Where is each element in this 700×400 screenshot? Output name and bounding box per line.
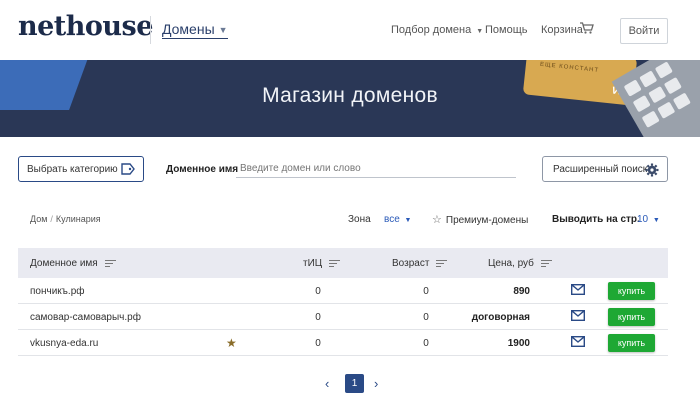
buy-button[interactable]: купить	[608, 334, 655, 352]
breadcrumb: Дом / Кулинария	[30, 214, 101, 224]
table-header: Доменное имя тИЦ Возраст Цена, руб	[18, 248, 668, 278]
price-cell: договорная	[471, 312, 530, 323]
next-page-icon[interactable]: ›	[374, 376, 378, 391]
domains-menu-link[interactable]: Домены ▼	[162, 21, 228, 40]
column-price-label: Цена, руб	[488, 258, 534, 269]
star-outline-icon: ☆	[432, 214, 442, 226]
breadcrumb-category: Кулинария	[55, 214, 101, 224]
column-age-label: Возраст	[392, 258, 430, 269]
choose-category-label: Выбрать категорию	[27, 163, 118, 175]
nav-cart[interactable]: Корзина	[541, 24, 583, 36]
zone-select-value: все	[384, 214, 400, 225]
per-page-value: 10	[637, 214, 649, 225]
tic-cell: 0	[315, 286, 321, 297]
login-button[interactable]: Войти	[620, 18, 668, 44]
zone-select[interactable]: все ▼	[384, 214, 411, 225]
price-cell: 1900	[507, 338, 530, 349]
column-age[interactable]: Возраст	[392, 258, 448, 269]
nav-domain-picker[interactable]: Подбор домена ▼	[391, 24, 483, 36]
pagination: ‹ 1 ›	[0, 374, 700, 394]
logo[interactable]: nethouse	[18, 11, 153, 42]
sort-icon	[104, 259, 116, 268]
table-row: vkusnya-eda.ru ★ 0 0 1900 купить	[18, 330, 668, 356]
mail-icon[interactable]	[571, 284, 585, 295]
chevron-down-icon: ▼	[476, 28, 484, 35]
advanced-search-button[interactable]: Расширенный поиск	[542, 156, 668, 182]
sort-icon	[329, 259, 341, 268]
hero-banner: ЕЩЕ КОНСТАНТ VISA Магазин доменов	[0, 60, 700, 137]
table-row: самовар-самоварыч.рф 0 0 договорная купи…	[18, 304, 668, 330]
buy-button[interactable]: купить	[608, 308, 655, 326]
price-cell: 890	[513, 286, 530, 297]
domains-menu-label: Домены	[162, 21, 215, 37]
column-tic-label: тИЦ	[303, 258, 323, 269]
choose-category-button[interactable]: Выбрать категорию	[18, 156, 144, 182]
current-page-button[interactable]: 1	[345, 374, 364, 393]
breadcrumb-home[interactable]: Дом	[30, 214, 47, 224]
domain-name-cell[interactable]: vkusnya-eda.ru	[30, 338, 98, 349]
domain-search-input[interactable]	[236, 160, 516, 178]
chevron-down-icon: ▼	[652, 217, 660, 224]
tag-icon	[121, 163, 135, 175]
breadcrumb-separator: /	[50, 214, 53, 224]
chevron-down-icon: ▼	[404, 217, 412, 224]
per-page-label: Выводить на стр.	[552, 214, 640, 225]
nav-help[interactable]: Помощь	[485, 24, 528, 36]
domain-name-label: Доменное имя	[166, 164, 239, 175]
page-title: Магазин доменов	[262, 84, 438, 107]
column-price[interactable]: Цена, руб	[488, 258, 552, 269]
chevron-down-icon: ▼	[218, 25, 228, 36]
domain-name-cell[interactable]: самовар-самоварыч.рф	[30, 312, 141, 323]
per-page-select[interactable]: 10 ▼	[637, 214, 660, 225]
premium-domains-filter[interactable]: ☆ Премиум-домены	[432, 213, 528, 226]
mail-icon[interactable]	[571, 310, 585, 321]
domain-name-cell[interactable]: пончикъ.рф	[30, 286, 85, 297]
prev-page-icon[interactable]: ‹	[325, 376, 329, 391]
cart-icon[interactable]	[580, 22, 594, 34]
premium-domains-label: Премиум-домены	[445, 215, 529, 226]
column-domain-name-label: Доменное имя	[30, 258, 98, 269]
zone-label: Зона	[348, 214, 371, 225]
column-domain-name[interactable]: Доменное имя	[30, 258, 116, 269]
mail-icon[interactable]	[571, 336, 585, 347]
column-tic[interactable]: тИЦ	[303, 258, 341, 269]
nav-domain-picker-label: Подбор домена	[391, 24, 472, 36]
sort-icon	[436, 259, 448, 268]
buy-button[interactable]: купить	[608, 282, 655, 300]
sort-icon	[540, 259, 552, 268]
advanced-search-label: Расширенный поиск	[553, 163, 648, 175]
gear-icon	[645, 163, 659, 177]
logo-divider	[150, 16, 151, 44]
premium-star-icon: ★	[226, 336, 237, 350]
card-text: ЕЩЕ КОНСТАНТ	[539, 61, 600, 74]
tic-cell: 0	[315, 312, 321, 323]
table-row: пончикъ.рф 0 0 890 купить	[18, 278, 668, 304]
top-header: nethouse Домены ▼ Подбор домена ▼ Помощь …	[0, 0, 700, 60]
tic-cell: 0	[315, 338, 321, 349]
